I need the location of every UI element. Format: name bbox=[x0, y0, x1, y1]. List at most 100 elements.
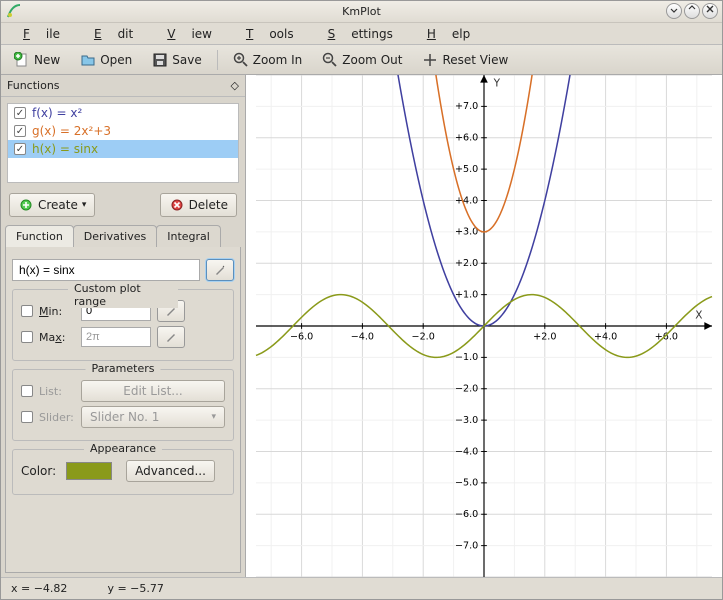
expression-row bbox=[12, 259, 234, 281]
function-row[interactable]: ✓ f(x) = x² bbox=[8, 104, 238, 122]
zoom-in-icon bbox=[233, 52, 249, 68]
delete-icon bbox=[169, 197, 185, 213]
new-label: New bbox=[34, 53, 60, 67]
function-checkbox[interactable]: ✓ bbox=[14, 125, 26, 137]
new-button[interactable]: New bbox=[5, 48, 69, 72]
save-label: Save bbox=[172, 53, 201, 67]
function-list[interactable]: ✓ f(x) = x² ✓ g(x) = 2x²+3 ✓ h(x) = sinx bbox=[7, 103, 239, 183]
color-label: Color: bbox=[21, 464, 56, 478]
tab-function[interactable]: Function bbox=[5, 225, 74, 247]
sidebar-button-row: Create ▾ Delete bbox=[1, 189, 245, 221]
close-button[interactable] bbox=[702, 3, 718, 19]
save-button[interactable]: Save bbox=[143, 48, 210, 72]
plot-area[interactable]: −6.0−4.0−2.0+2.0+4.0+6.0−7.0−6.0−5.0−4.0… bbox=[246, 75, 722, 577]
menubar: File Edit View Tools Settings Help bbox=[1, 23, 722, 45]
zoom-in-button[interactable]: Zoom In bbox=[224, 48, 312, 72]
svg-text:X: X bbox=[695, 309, 702, 321]
maximize-button[interactable] bbox=[684, 3, 700, 19]
custom-plot-range-group: Custom plot range Min: Max: bbox=[12, 289, 234, 361]
content-area: Functions ◇ ✓ f(x) = x² ✓ g(x) = 2x²+3 ✓ h(x)… bbox=[1, 75, 722, 577]
delete-button[interactable]: Delete bbox=[160, 193, 237, 217]
toolbar: New Open Save Zoom In Zoom Out Reset Vie… bbox=[1, 45, 722, 75]
edit-list-button[interactable]: Edit List... bbox=[81, 380, 225, 402]
parameters-title: Parameters bbox=[86, 362, 161, 375]
svg-text:+7.0: +7.0 bbox=[455, 101, 478, 112]
create-button[interactable]: Create ▾ bbox=[9, 193, 95, 217]
slider-select[interactable]: Slider No. 1▾ bbox=[81, 406, 225, 428]
svg-text:−4.0: −4.0 bbox=[351, 331, 374, 342]
function-tab-panel: Custom plot range Min: Max: bbox=[5, 247, 241, 573]
function-label: g(x) = 2x²+3 bbox=[32, 124, 111, 138]
list-checkbox[interactable] bbox=[21, 385, 33, 397]
svg-text:+4.0: +4.0 bbox=[594, 331, 617, 342]
svg-text:−5.0: −5.0 bbox=[455, 478, 478, 489]
sidebar-title: Functions bbox=[7, 79, 60, 92]
create-label: Create bbox=[38, 198, 78, 212]
function-row[interactable]: ✓ h(x) = sinx bbox=[8, 140, 238, 158]
svg-text:+5.0: +5.0 bbox=[455, 164, 478, 175]
open-button[interactable]: Open bbox=[71, 48, 141, 72]
function-row[interactable]: ✓ g(x) = 2x²+3 bbox=[8, 122, 238, 140]
svg-text:−6.0: −6.0 bbox=[290, 331, 313, 342]
menu-view[interactable]: View bbox=[151, 25, 228, 43]
plot-canvas: −6.0−4.0−2.0+2.0+4.0+6.0−7.0−6.0−5.0−4.0… bbox=[246, 75, 722, 577]
status-x: x = −4.82 bbox=[11, 582, 67, 595]
main-window: KmPlot File Edit View Tools Settings Hel… bbox=[0, 0, 723, 600]
zoom-out-icon bbox=[322, 52, 338, 68]
open-label: Open bbox=[100, 53, 132, 67]
max-edit-button[interactable] bbox=[157, 326, 185, 348]
parameters-group: Parameters List: Edit List... Slider: Sl… bbox=[12, 369, 234, 441]
svg-text:+4.0: +4.0 bbox=[455, 195, 478, 206]
min-checkbox[interactable] bbox=[21, 305, 33, 317]
open-icon bbox=[80, 52, 96, 68]
function-checkbox[interactable]: ✓ bbox=[14, 107, 26, 119]
svg-text:−3.0: −3.0 bbox=[455, 415, 478, 426]
toolbar-separator bbox=[217, 50, 218, 70]
app-icon bbox=[7, 4, 22, 19]
zoom-out-label: Zoom Out bbox=[342, 53, 402, 67]
function-label: f(x) = x² bbox=[32, 106, 82, 120]
reset-view-button[interactable]: Reset View bbox=[413, 48, 517, 72]
svg-text:+2.0: +2.0 bbox=[533, 331, 556, 342]
zoom-out-button[interactable]: Zoom Out bbox=[313, 48, 411, 72]
delete-label: Delete bbox=[189, 198, 228, 212]
appearance-title: Appearance bbox=[84, 442, 162, 455]
svg-text:Y: Y bbox=[493, 77, 501, 89]
menu-tools[interactable]: Tools bbox=[230, 25, 310, 43]
statusbar: x = −4.82 y = −5.77 bbox=[1, 577, 722, 599]
menu-edit[interactable]: Edit bbox=[78, 25, 149, 43]
expression-edit-button[interactable] bbox=[206, 259, 234, 281]
menu-file[interactable]: File bbox=[7, 25, 76, 43]
tab-derivatives[interactable]: Derivatives bbox=[73, 225, 157, 247]
create-icon bbox=[18, 197, 34, 213]
svg-text:+6.0: +6.0 bbox=[455, 133, 478, 144]
window-controls bbox=[666, 3, 718, 19]
svg-text:−7.0: −7.0 bbox=[455, 540, 478, 551]
sidebar: Functions ◇ ✓ f(x) = x² ✓ g(x) = 2x²+3 ✓ h(x)… bbox=[1, 75, 246, 577]
minimize-button[interactable] bbox=[666, 3, 682, 19]
status-y: y = −5.77 bbox=[107, 582, 163, 595]
chevron-down-icon: ▾ bbox=[82, 200, 87, 210]
menu-settings[interactable]: Settings bbox=[312, 25, 409, 43]
max-checkbox[interactable] bbox=[21, 331, 33, 343]
appearance-group: Appearance Color: Advanced... bbox=[12, 449, 234, 495]
tab-integral[interactable]: Integral bbox=[156, 225, 221, 247]
max-input[interactable] bbox=[81, 327, 151, 347]
sidebar-collapse-icon[interactable]: ◇ bbox=[231, 79, 239, 92]
expression-input[interactable] bbox=[12, 259, 200, 281]
window-title: KmPlot bbox=[342, 5, 381, 18]
save-icon bbox=[152, 52, 168, 68]
advanced-button[interactable]: Advanced... bbox=[126, 460, 215, 482]
function-label: h(x) = sinx bbox=[32, 142, 98, 156]
svg-text:+2.0: +2.0 bbox=[455, 258, 478, 269]
titlebar: KmPlot bbox=[1, 1, 722, 23]
color-swatch[interactable] bbox=[66, 462, 112, 480]
svg-text:−2.0: −2.0 bbox=[412, 331, 435, 342]
menu-help[interactable]: Help bbox=[411, 25, 486, 43]
reset-view-icon bbox=[422, 52, 438, 68]
reset-view-label: Reset View bbox=[442, 53, 508, 67]
svg-text:−4.0: −4.0 bbox=[455, 446, 478, 457]
function-checkbox[interactable]: ✓ bbox=[14, 143, 26, 155]
slider-checkbox[interactable] bbox=[21, 411, 33, 423]
svg-text:+3.0: +3.0 bbox=[455, 227, 478, 238]
